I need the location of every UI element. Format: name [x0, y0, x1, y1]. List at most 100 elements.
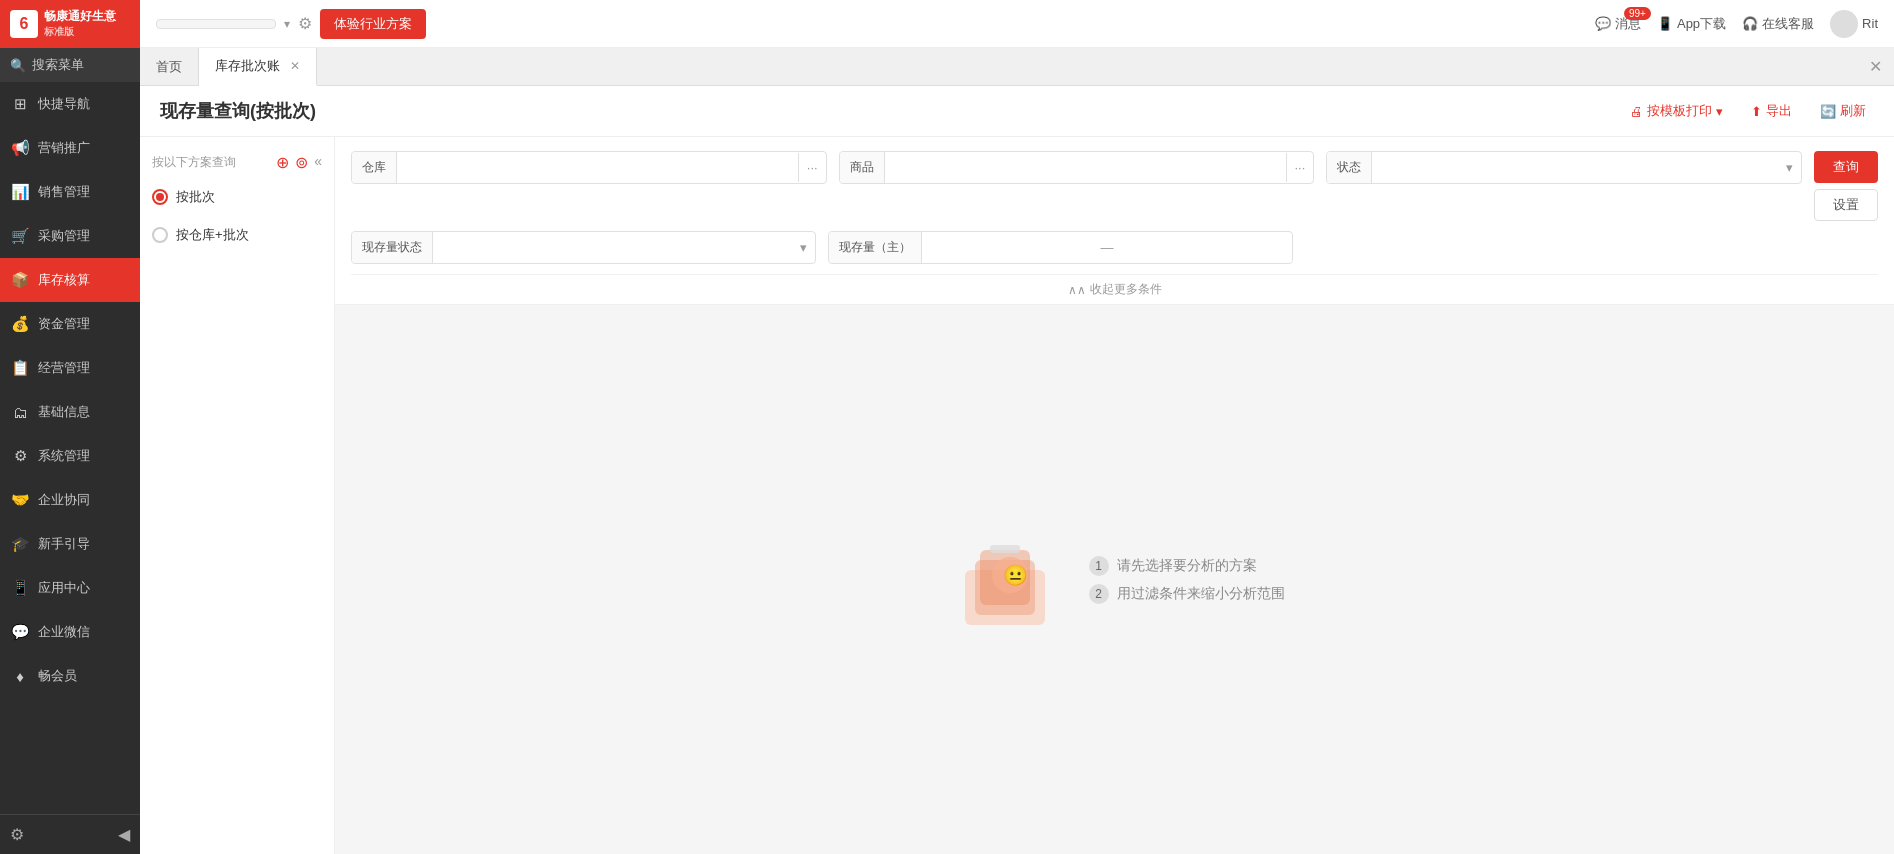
nav-label-inventory: 库存核算 [38, 271, 90, 289]
tip-1-text: 请先选择要分析的方案 [1117, 557, 1257, 575]
app-download-label: App下载 [1677, 15, 1726, 33]
product-input[interactable] [885, 154, 1286, 182]
settings-button[interactable]: 设置 [1814, 189, 1878, 221]
filter-option-by-batch-label: 按批次 [176, 188, 215, 206]
topbar: ▾ ⚙ 体验行业方案 💬 消息 99+ 📱 App下载 🎧 在线客服 Rit [140, 0, 1894, 48]
print-template-label: 按模板打印 [1647, 102, 1712, 120]
refresh-btn[interactable]: 🔄 刷新 [1812, 98, 1874, 124]
refresh-icon: 🔄 [1820, 104, 1836, 119]
inventory-qty-label: 现存量（主） [829, 232, 922, 263]
query-row-1: 仓库 ··· 商品 ··· 状态 [351, 151, 1878, 221]
close-all-button[interactable]: ✕ [1856, 48, 1894, 86]
tab-home-label: 首页 [156, 58, 182, 76]
print-template-btn[interactable]: 🖨 按模板打印 ▾ [1622, 98, 1731, 124]
product-dots[interactable]: ··· [1286, 153, 1314, 182]
sidebar-title: 畅康通好生意 [44, 9, 116, 25]
export-btn[interactable]: ⬆ 导出 [1743, 98, 1800, 124]
filter-icons: ⊕ ⊚ « [276, 153, 322, 172]
sidebar-item-finance[interactable]: 💰 资金管理 [0, 302, 140, 346]
nav-label-operations: 经营管理 [38, 359, 90, 377]
product-field: 商品 ··· [839, 151, 1315, 184]
inventory-status-dropdown[interactable]: ▾ [792, 233, 815, 262]
tab-close-icon[interactable]: ✕ [290, 59, 300, 73]
tabs-bar: 首页 库存批次账 ✕ ✕ [140, 48, 1894, 86]
refresh-label: 刷新 [1840, 102, 1866, 120]
filter-sidebar: 按以下方案查询 ⊕ ⊚ « 按批次 按仓库+批次 [140, 137, 335, 854]
radio-inner-by-batch [156, 193, 164, 201]
radio-by-batch [152, 189, 168, 205]
empty-tip-1: 1 请先选择要分析的方案 [1089, 556, 1285, 576]
query-button[interactable]: 查询 [1814, 151, 1878, 183]
experience-btn[interactable]: 体验行业方案 [320, 9, 426, 39]
sidebar-item-operations[interactable]: 📋 经营管理 [0, 346, 140, 390]
collapse-more[interactable]: ∧∧ 收起更多条件 [351, 274, 1878, 304]
online-service-action[interactable]: 🎧 在线客服 [1742, 15, 1814, 33]
guide-icon: 🎓 [10, 534, 30, 554]
chevron-up-icon: ∧∧ [1068, 283, 1086, 297]
nav-label-basic: 基础信息 [38, 403, 90, 421]
message-badge: 99+ [1624, 7, 1651, 20]
export-label: 导出 [1766, 102, 1792, 120]
warehouse-label: 仓库 [352, 152, 397, 183]
warehouse-dots[interactable]: ··· [798, 153, 826, 182]
right-panel: 仓库 ··· 商品 ··· 状态 [335, 137, 1894, 854]
nav-label-enterprise: 企业协同 [38, 491, 90, 509]
empty-tips: 1 请先选择要分析的方案 2 用过滤条件来缩小分析范围 [1089, 556, 1285, 604]
inventory-qty-from-input[interactable] [922, 234, 1095, 262]
app-download-action[interactable]: 📱 App下载 [1657, 15, 1726, 33]
page-title: 现存量查询(按批次) [160, 99, 316, 123]
sidebar-item-quick-nav[interactable]: ⊞ 快捷导航 [0, 82, 140, 126]
sidebar-search[interactable]: 🔍 搜索菜单 [0, 48, 140, 82]
sidebar-item-enterprise[interactable]: 🤝 企业协同 [0, 478, 140, 522]
user-action[interactable]: Rit [1830, 10, 1878, 38]
add-filter-icon[interactable]: ⊕ [276, 153, 289, 172]
headset-icon: 🎧 [1742, 16, 1758, 31]
svg-rect-5 [990, 545, 1020, 553]
inventory-qty-to-input[interactable] [1120, 234, 1293, 262]
sidebar-item-system[interactable]: ⚙ 系统管理 [0, 434, 140, 478]
sidebar-item-apps[interactable]: 📱 应用中心 [0, 566, 140, 610]
sidebar-item-inventory[interactable]: 📦 库存核算 [0, 258, 140, 302]
sidebar-item-member[interactable]: ♦ 畅会员 [0, 654, 140, 698]
nav-label-member: 畅会员 [38, 667, 77, 685]
tip-2-number: 2 [1089, 584, 1109, 604]
tab-home[interactable]: 首页 [140, 48, 199, 86]
topbar-right: 💬 消息 99+ 📱 App下载 🎧 在线客服 Rit [1595, 10, 1878, 38]
print-dropdown-icon[interactable]: ▾ [1716, 104, 1723, 119]
radio-by-warehouse-batch [152, 227, 168, 243]
close-all-icon: ✕ [1869, 57, 1882, 76]
message-action[interactable]: 💬 消息 99+ [1595, 15, 1641, 33]
collapse-more-label: 收起更多条件 [1090, 281, 1162, 298]
sidebar-item-guide[interactable]: 🎓 新手引导 [0, 522, 140, 566]
warehouse-input[interactable] [397, 154, 798, 182]
filter-title-label: 按以下方案查询 [152, 154, 236, 171]
status-dropdown-icon[interactable]: ▾ [1778, 153, 1801, 182]
topbar-dropdown-icon[interactable]: ▾ [284, 17, 290, 31]
phone-icon: 📱 [1657, 16, 1673, 31]
topbar-gear-icon[interactable]: ⚙ [298, 14, 312, 33]
print-icon: 🖨 [1630, 104, 1643, 119]
settings-footer-icon[interactable]: ⚙ [10, 825, 24, 844]
topbar-search-box[interactable] [156, 19, 276, 29]
sidebar-item-marketing[interactable]: 📢 营销推广 [0, 126, 140, 170]
filter-option-by-warehouse-batch[interactable]: 按仓库+批次 [140, 216, 334, 254]
sidebar-item-wechat[interactable]: 💬 企业微信 [0, 610, 140, 654]
sidebar-item-basic[interactable]: 🗂 基础信息 [0, 390, 140, 434]
status-input[interactable] [1372, 154, 1778, 182]
filter-option-by-batch[interactable]: 按批次 [140, 178, 334, 216]
tab-inventory-batch[interactable]: 库存批次账 ✕ [199, 48, 317, 86]
inventory-status-input[interactable] [433, 234, 792, 262]
svg-text:😐: 😐 [1003, 563, 1028, 587]
product-label: 商品 [840, 152, 885, 183]
sidebar-footer: ⚙ ◀ [0, 814, 140, 854]
main-area: ▾ ⚙ 体验行业方案 💬 消息 99+ 📱 App下载 🎧 在线客服 Rit [140, 0, 1894, 854]
collapse-filter-icon[interactable]: « [314, 153, 322, 172]
sidebar-item-sales[interactable]: 📊 销售管理 [0, 170, 140, 214]
settings-filter-icon[interactable]: ⊚ [295, 153, 308, 172]
search-icon: 🔍 [10, 58, 26, 73]
collapse-sidebar-icon[interactable]: ◀ [118, 825, 130, 844]
basic-icon: 🗂 [10, 402, 30, 422]
sidebar-item-purchase[interactable]: 🛒 采购管理 [0, 214, 140, 258]
empty-illustration: 😐 [945, 520, 1065, 640]
sidebar-version: 标准版 [44, 25, 116, 39]
